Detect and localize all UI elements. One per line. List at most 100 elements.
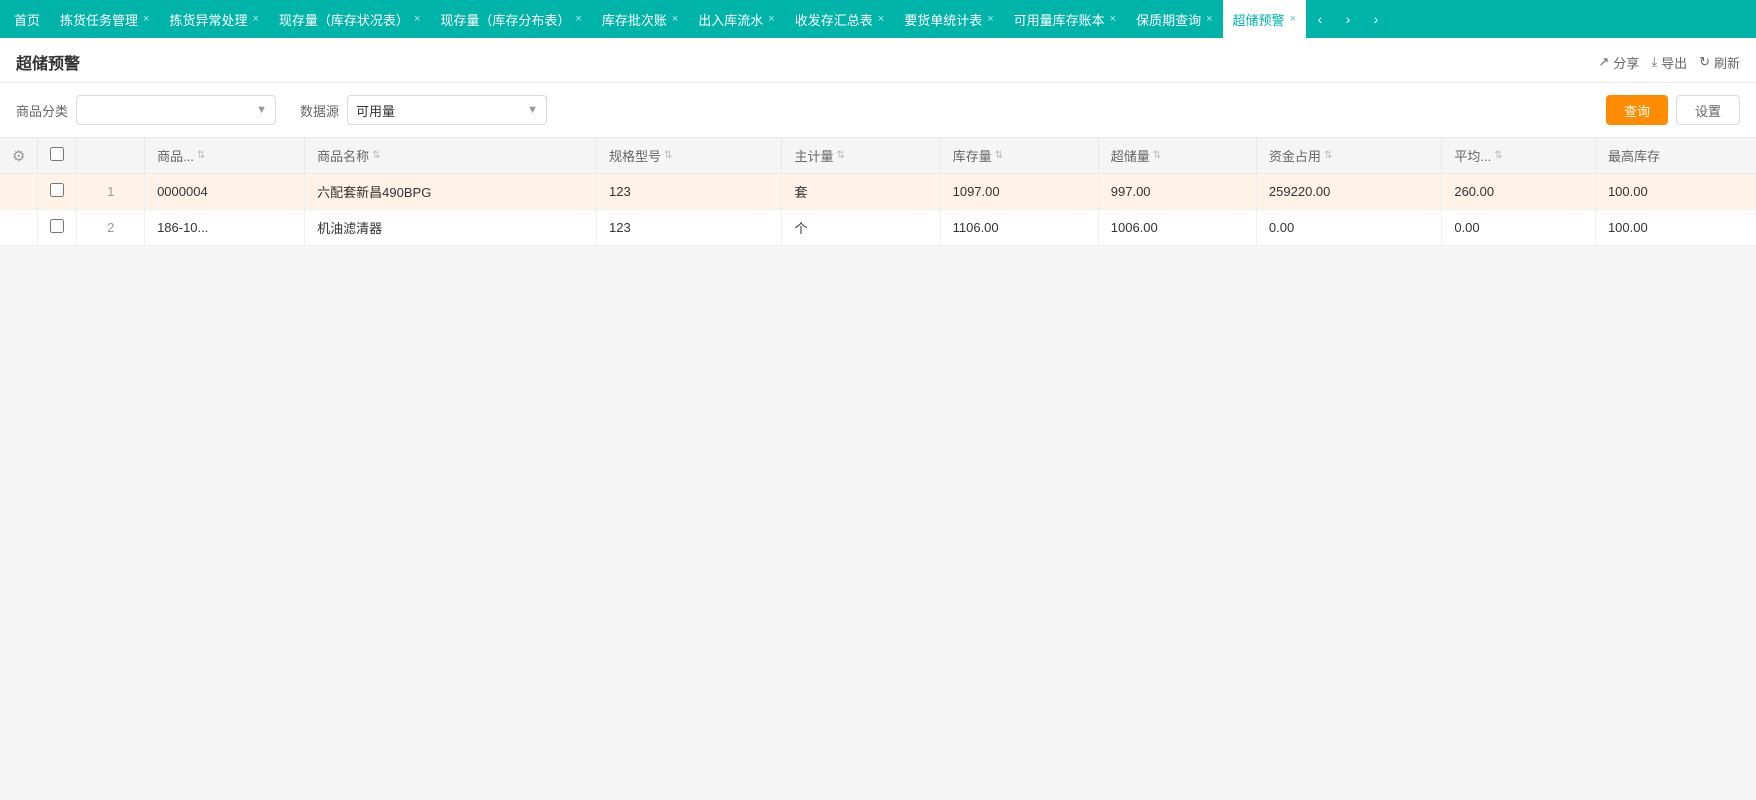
th-product-name[interactable]: 商品名称 ⇅ bbox=[305, 138, 597, 174]
row-capital-occupied: 0.00 bbox=[1256, 210, 1441, 246]
close-icon[interactable]: × bbox=[252, 13, 258, 25]
share-icon: ↗ bbox=[1598, 54, 1609, 70]
nav-item-home[interactable]: 首页 bbox=[4, 0, 50, 38]
row-checkbox-cell[interactable] bbox=[38, 210, 77, 246]
row-avg: 0.00 bbox=[1442, 210, 1596, 246]
th-product-code[interactable]: 商品... ⇅ bbox=[145, 138, 305, 174]
category-label: 商品分类 bbox=[16, 101, 68, 120]
table-container: ⚙ 商品... ⇅ 商品名称 ⇅ bbox=[0, 138, 1756, 246]
close-icon[interactable]: × bbox=[1206, 13, 1212, 25]
th-capital-occupied[interactable]: 资金占用 ⇅ bbox=[1256, 138, 1441, 174]
th-max-stock[interactable]: 最高库存 bbox=[1595, 138, 1756, 174]
row-spec: 123 bbox=[597, 210, 782, 246]
nav-item-quality-check[interactable]: 保质期查询 × bbox=[1126, 0, 1222, 38]
nav-item-stock-status[interactable]: 现存量（库存状况表） × bbox=[269, 0, 430, 38]
row-capital-occupied: 259220.00 bbox=[1256, 174, 1441, 210]
row-checkbox[interactable] bbox=[50, 183, 64, 197]
row-unit: 个 bbox=[782, 210, 940, 246]
row-number: 1 bbox=[77, 174, 145, 210]
sort-icon: ⇅ bbox=[1153, 150, 1161, 161]
nav-item-stock-batch[interactable]: 库存批次账 × bbox=[592, 0, 688, 38]
datasource-select[interactable]: 可用量 ▼ bbox=[347, 95, 547, 125]
th-stock-qty[interactable]: 库存量 ⇅ bbox=[940, 138, 1098, 174]
table-header-row: ⚙ 商品... ⇅ 商品名称 ⇅ bbox=[0, 138, 1756, 174]
nav-item-collect-summary[interactable]: 收发存汇总表 × bbox=[785, 0, 894, 38]
th-gear: ⚙ bbox=[0, 138, 38, 174]
row-checkbox-cell[interactable] bbox=[38, 174, 77, 210]
row-product-name: 六配套新昌490BPG bbox=[305, 174, 597, 210]
row-max-stock: 100.00 bbox=[1595, 210, 1756, 246]
close-icon[interactable]: × bbox=[414, 13, 420, 25]
nav-bar: 首页 拣货任务管理 × 拣货异常处理 × 现存量（库存状况表） × 现存量（库存… bbox=[0, 0, 1756, 38]
page-header: 超储预警 ↗ 分享 ⤓ 导出 ↻ 刷新 bbox=[0, 38, 1756, 83]
query-button[interactable]: 查询 bbox=[1606, 95, 1668, 125]
filter-area: 商品分类 ▼ 数据源 可用量 ▼ 查询 设置 bbox=[0, 83, 1756, 138]
sort-icon: ⇅ bbox=[1494, 150, 1502, 161]
close-icon[interactable]: × bbox=[768, 13, 774, 25]
settings-icon[interactable]: ⚙ bbox=[12, 148, 25, 165]
th-unit[interactable]: 主计量 ⇅ bbox=[782, 138, 940, 174]
settings-button[interactable]: 设置 bbox=[1676, 95, 1740, 125]
close-icon[interactable]: × bbox=[878, 13, 884, 25]
th-checkbox bbox=[38, 138, 77, 174]
category-select[interactable]: ▼ bbox=[76, 95, 276, 125]
select-all-checkbox[interactable] bbox=[50, 147, 64, 161]
sort-icon: ⇅ bbox=[836, 150, 844, 161]
th-spec[interactable]: 规格型号 ⇅ bbox=[597, 138, 782, 174]
nav-item-order-stats[interactable]: 要货单统计表 × bbox=[894, 0, 1003, 38]
row-gear-cell bbox=[0, 174, 38, 210]
row-gear-cell bbox=[0, 210, 38, 246]
nav-next-button[interactable]: › bbox=[1334, 0, 1362, 38]
nav-item-inout-flow[interactable]: 出入库流水 × bbox=[688, 0, 784, 38]
datasource-select-value: 可用量 bbox=[356, 101, 395, 120]
nav-item-stock-dist[interactable]: 现存量（库存分布表） × bbox=[430, 0, 591, 38]
close-icon[interactable]: × bbox=[1290, 13, 1296, 25]
chevron-down-icon: ▼ bbox=[527, 104, 538, 116]
row-overstock-qty: 997.00 bbox=[1098, 174, 1256, 210]
sort-icon: ⇅ bbox=[664, 150, 672, 161]
row-max-stock: 100.00 bbox=[1595, 174, 1756, 210]
close-icon[interactable]: × bbox=[143, 13, 149, 25]
row-product-code: 0000004 bbox=[145, 174, 305, 210]
overstock-table: ⚙ 商品... ⇅ 商品名称 ⇅ bbox=[0, 138, 1756, 246]
row-unit: 套 bbox=[782, 174, 940, 210]
sort-icon: ⇅ bbox=[197, 150, 205, 161]
nav-item-task-mgmt[interactable]: 拣货任务管理 × bbox=[50, 0, 159, 38]
sort-icon: ⇅ bbox=[1324, 150, 1332, 161]
datasource-filter: 数据源 可用量 ▼ bbox=[300, 95, 547, 125]
table-row: 2 186-10... 机油滤清器 123 个 1106.00 1006.00 … bbox=[0, 210, 1756, 246]
category-filter: 商品分类 ▼ bbox=[16, 95, 276, 125]
row-product-name: 机油滤清器 bbox=[305, 210, 597, 246]
close-icon[interactable]: × bbox=[575, 13, 581, 25]
export-button[interactable]: ⤓ 导出 bbox=[1651, 53, 1687, 72]
row-overstock-qty: 1006.00 bbox=[1098, 210, 1256, 246]
close-icon[interactable]: × bbox=[1110, 13, 1116, 25]
row-checkbox[interactable] bbox=[50, 219, 64, 233]
row-spec: 123 bbox=[597, 174, 782, 210]
row-product-code: 186-10... bbox=[145, 210, 305, 246]
refresh-icon: ↻ bbox=[1699, 54, 1710, 70]
share-button[interactable]: ↗ 分享 bbox=[1598, 53, 1639, 72]
nav-prev-button[interactable]: ‹ bbox=[1306, 0, 1334, 38]
nav-item-overstock-alert[interactable]: 超储预警 × bbox=[1223, 0, 1306, 38]
datasource-label: 数据源 bbox=[300, 101, 339, 120]
th-avg[interactable]: 平均... ⇅ bbox=[1442, 138, 1596, 174]
row-avg: 260.00 bbox=[1442, 174, 1596, 210]
page-title: 超储预警 bbox=[16, 50, 80, 74]
nav-item-abnormal[interactable]: 拣货异常处理 × bbox=[159, 0, 268, 38]
nav-more-button[interactable]: › bbox=[1362, 0, 1390, 38]
export-icon: ⤓ bbox=[1651, 54, 1657, 70]
close-icon[interactable]: × bbox=[987, 13, 993, 25]
filter-actions: 查询 设置 bbox=[1606, 95, 1740, 125]
close-icon[interactable]: × bbox=[672, 13, 678, 25]
chevron-down-icon: ▼ bbox=[256, 104, 267, 116]
row-number: 2 bbox=[77, 210, 145, 246]
sort-icon: ⇅ bbox=[995, 150, 1003, 161]
nav-item-avail-stock[interactable]: 可用量库存账本 × bbox=[1004, 0, 1126, 38]
th-row-num bbox=[77, 138, 145, 174]
table-row: 1 0000004 六配套新昌490BPG 123 套 1097.00 997.… bbox=[0, 174, 1756, 210]
th-overstock-qty[interactable]: 超储量 ⇅ bbox=[1098, 138, 1256, 174]
refresh-button[interactable]: ↻ 刷新 bbox=[1699, 53, 1740, 72]
row-stock-qty: 1106.00 bbox=[940, 210, 1098, 246]
row-stock-qty: 1097.00 bbox=[940, 174, 1098, 210]
